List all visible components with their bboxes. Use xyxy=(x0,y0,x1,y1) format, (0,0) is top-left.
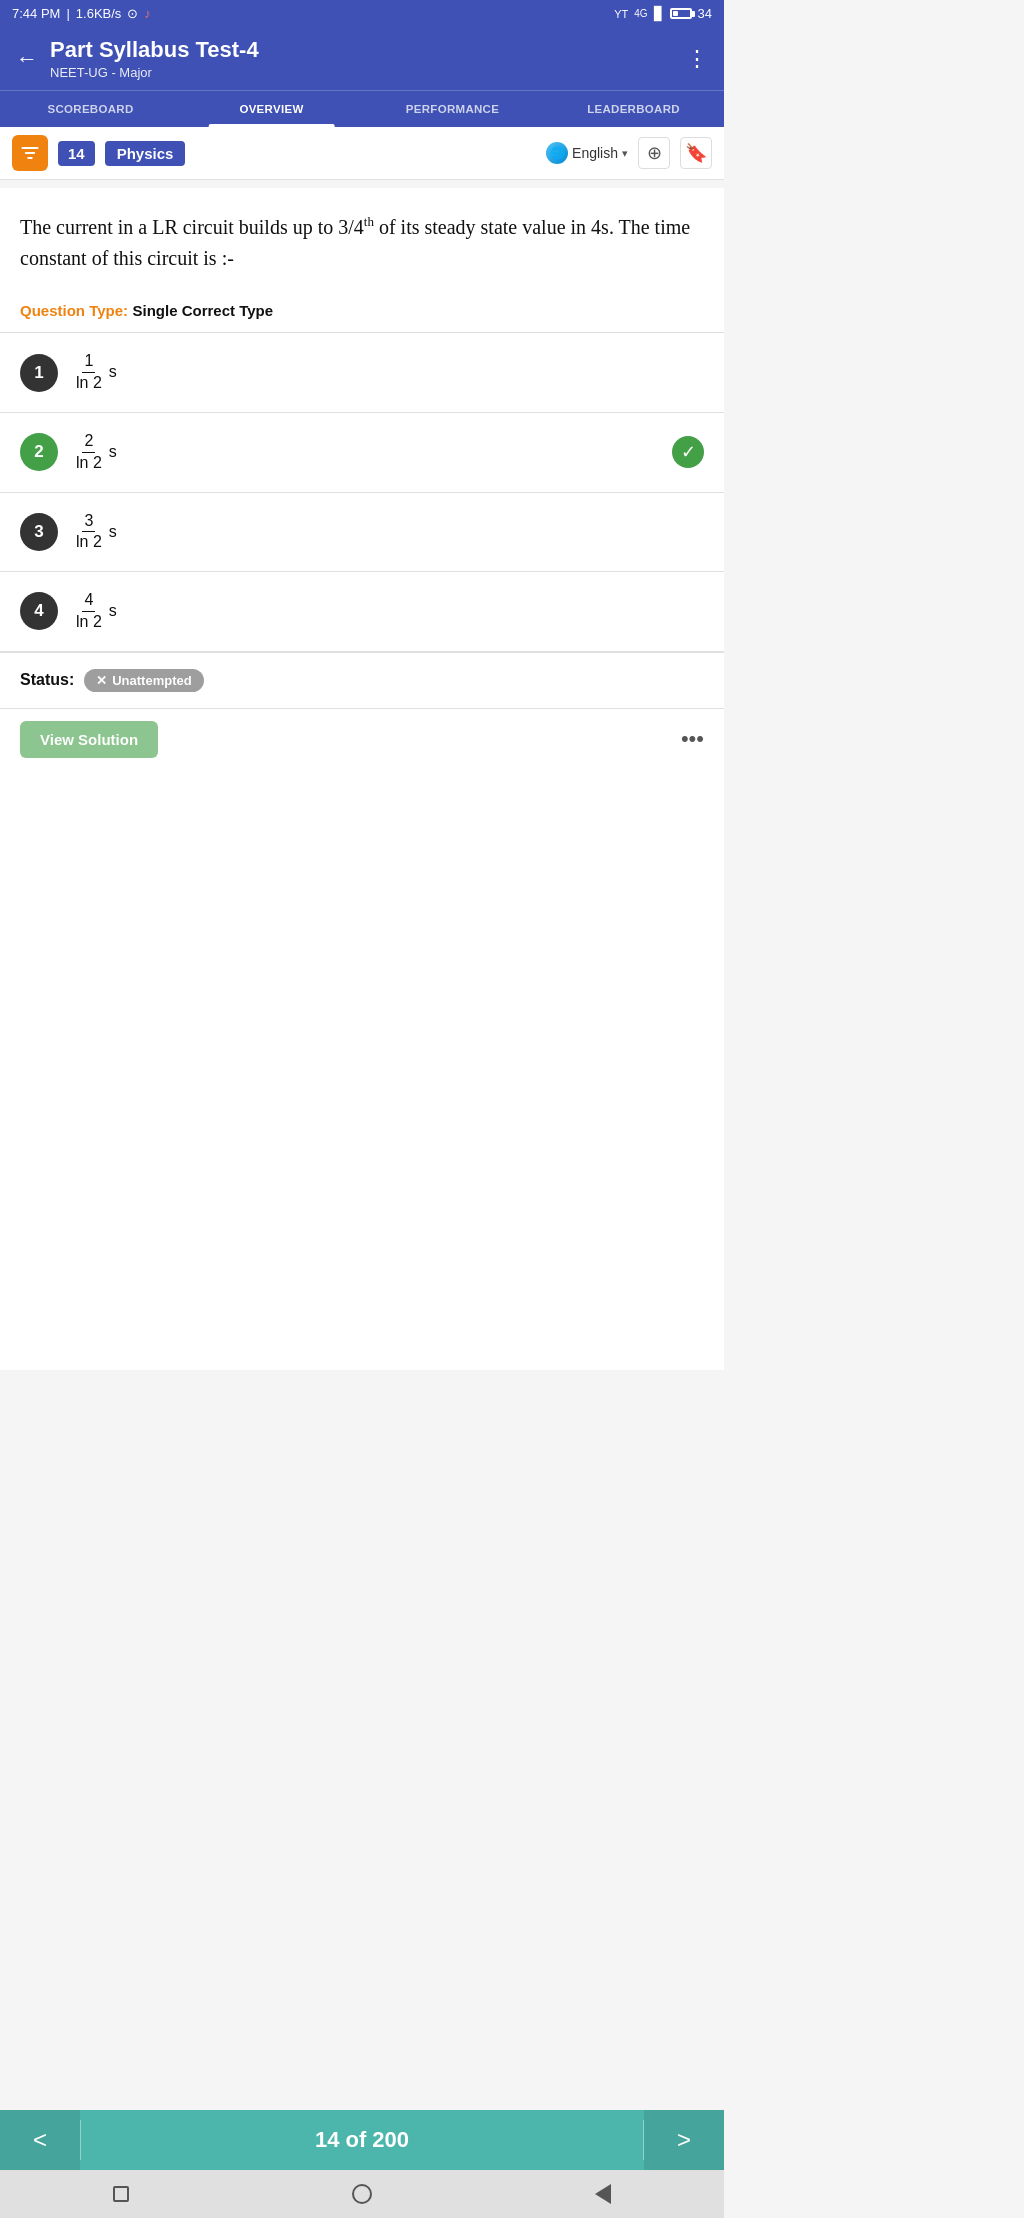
status-music-icon: ♪ xyxy=(144,6,151,21)
status-yt-icon: YT xyxy=(614,8,628,20)
header: ← Part Syllabus Test-4 NEET-UG - Major ⋮ xyxy=(0,27,724,90)
status-badge-text: Unattempted xyxy=(112,673,191,688)
battery-fill xyxy=(673,11,678,16)
status-speed: 1.6KB/s xyxy=(76,6,122,21)
status-section: Status: ✕ Unattempted xyxy=(0,652,724,708)
question-type-label: Question Type: xyxy=(20,302,128,319)
pagination-display: 14 of 200 xyxy=(81,2127,643,2153)
question-type-value: Single Correct Type xyxy=(133,302,274,319)
more-options-dots[interactable]: ••• xyxy=(681,726,704,752)
option-4[interactable]: 4 4 ln 2 s xyxy=(0,572,724,652)
more-options-button[interactable]: ⋮ xyxy=(686,46,708,72)
option-2-circle: 2 xyxy=(20,433,58,471)
status-badge: ✕ Unattempted xyxy=(84,669,203,692)
tab-scoreboard[interactable]: SCOREBOARD xyxy=(0,91,181,127)
language-chevron: ▾ xyxy=(622,147,628,160)
battery-level: 34 xyxy=(698,6,712,21)
android-recents-icon xyxy=(113,2186,129,2202)
nav-bottom: < 14 of 200 > xyxy=(0,2110,724,2170)
tab-leaderboard[interactable]: LEADERBOARD xyxy=(543,91,724,127)
question-type-section: Question Type: Single Correct Type xyxy=(0,290,724,332)
tab-performance[interactable]: PERFORMANCE xyxy=(362,91,543,127)
status-bar-left: 7:44 PM | 1.6KB/s ⊙ ♪ xyxy=(12,6,151,21)
option-3-circle: 3 xyxy=(20,513,58,551)
status-badge-icon: ✕ xyxy=(96,673,107,688)
header-title: Part Syllabus Test-4 xyxy=(50,37,674,63)
status-bar: 7:44 PM | 1.6KB/s ⊙ ♪ YT 4G ▊ 34 xyxy=(0,0,724,27)
option-4-text: 4 ln 2 s xyxy=(74,590,704,633)
prev-question-button[interactable]: < xyxy=(0,2110,80,2170)
battery-icon xyxy=(670,8,692,19)
extra-content xyxy=(0,770,724,1370)
option-1[interactable]: 1 1 ln 2 s xyxy=(0,333,724,413)
globe-icon: 🌐 xyxy=(546,142,568,164)
status-network-type: 4G xyxy=(634,8,647,19)
view-solution-button[interactable]: View Solution xyxy=(20,721,158,758)
android-home-icon xyxy=(352,2184,372,2204)
tab-overview[interactable]: OVERVIEW xyxy=(181,91,362,127)
android-nav-bar xyxy=(0,2170,724,2218)
question-text: The current in a LR circuit builds up to… xyxy=(20,212,704,274)
header-title-block: Part Syllabus Test-4 NEET-UG - Major xyxy=(50,37,674,80)
question-bar: 14 Physics 🌐 English ▾ ⊕ 🔖 xyxy=(0,127,724,180)
superscript-th: th xyxy=(364,215,374,230)
option-1-text: 1 ln 2 s xyxy=(74,351,704,394)
option-2-text: 2 ln 2 s xyxy=(74,431,656,474)
question-number-badge: 14 xyxy=(58,141,95,166)
subject-badge: Physics xyxy=(105,141,186,166)
language-label: English xyxy=(572,145,618,161)
option-4-circle: 4 xyxy=(20,592,58,630)
option-1-circle: 1 xyxy=(20,354,58,392)
correct-checkmark: ✓ xyxy=(672,436,704,468)
filter-button[interactable] xyxy=(12,135,48,171)
android-back-button[interactable] xyxy=(583,2174,623,2214)
filter-icon xyxy=(20,143,40,163)
android-back-icon xyxy=(595,2184,611,2204)
android-home-button[interactable] xyxy=(342,2174,382,2214)
language-selector[interactable]: 🌐 English ▾ xyxy=(546,142,628,164)
option-2[interactable]: 2 2 ln 2 s ✓ xyxy=(0,413,724,493)
zoom-button[interactable]: ⊕ xyxy=(638,137,670,169)
status-bar-right: YT 4G ▊ 34 xyxy=(614,6,712,21)
next-question-button[interactable]: > xyxy=(644,2110,724,2170)
option-3[interactable]: 3 3 ln 2 s xyxy=(0,493,724,573)
android-recents-button[interactable] xyxy=(101,2174,141,2214)
bottom-action-bar: View Solution ••• xyxy=(0,708,724,770)
status-timer-icon: ⊙ xyxy=(127,6,138,21)
question-content: The current in a LR circuit builds up to… xyxy=(0,188,724,290)
status-time: 7:44 PM xyxy=(12,6,60,21)
header-subtitle: NEET-UG - Major xyxy=(50,65,674,80)
option-3-text: 3 ln 2 s xyxy=(74,511,704,554)
status-signal-icon: ▊ xyxy=(654,6,664,21)
status-network: | xyxy=(66,6,69,21)
bookmark-icon: 🔖 xyxy=(685,142,707,164)
back-button[interactable]: ← xyxy=(16,46,38,72)
status-label: Status: xyxy=(20,671,74,689)
option-4-fraction: 4 ln 2 xyxy=(74,590,104,633)
options-section: 1 1 ln 2 s 2 2 ln 2 s ✓ 3 3 xyxy=(0,333,724,651)
option-2-fraction: 2 ln 2 xyxy=(74,431,104,474)
bookmark-button[interactable]: 🔖 xyxy=(680,137,712,169)
option-1-fraction: 1 ln 2 xyxy=(74,351,104,394)
option-3-fraction: 3 ln 2 xyxy=(74,511,104,554)
nav-tabs: SCOREBOARD OVERVIEW PERFORMANCE LEADERBO… xyxy=(0,90,724,127)
zoom-icon: ⊕ xyxy=(647,142,662,164)
